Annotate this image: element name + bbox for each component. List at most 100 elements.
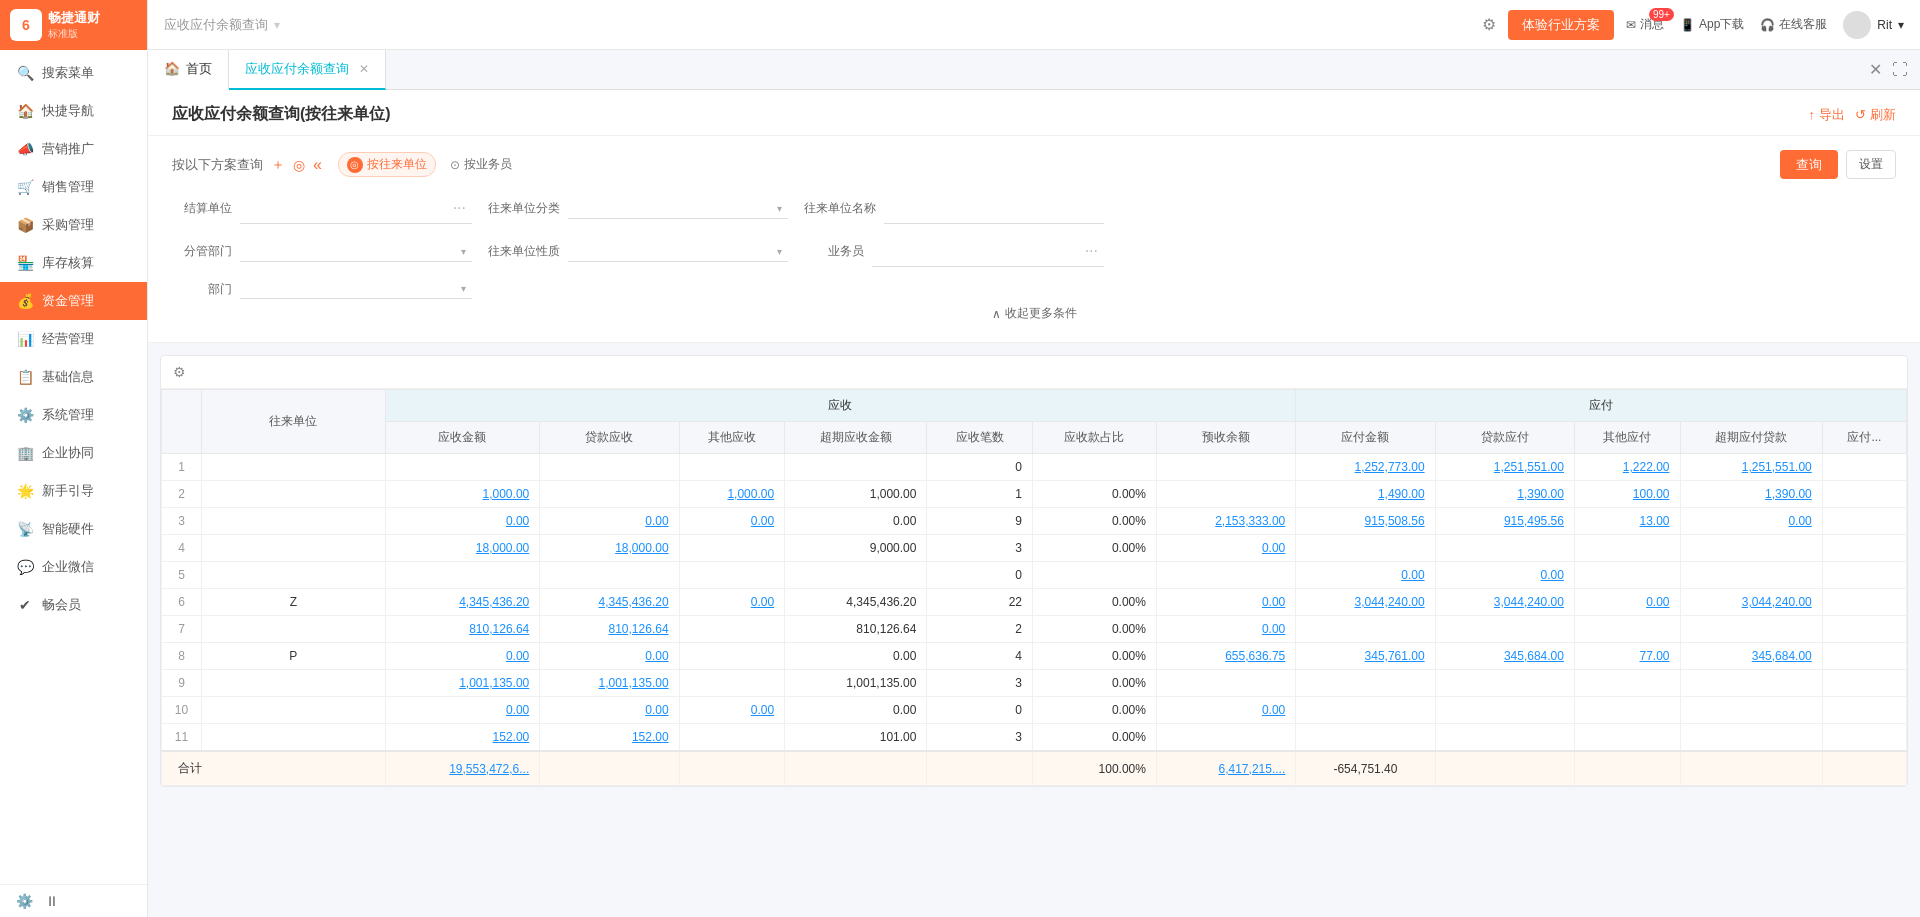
refresh-button[interactable]: ↺ 刷新 <box>1855 106 1896 124</box>
filter-scheme-by-staff[interactable]: ⊙ 按业务员 <box>442 153 520 176</box>
partner-nature-arrow-icon[interactable]: ▾ <box>777 246 782 257</box>
cell-prepaid[interactable]: 655,636.75 <box>1156 643 1295 670</box>
cell-ar-amount[interactable]: 1,000.00 <box>385 481 540 508</box>
sidebar-item-enterprise[interactable]: 🏢 企业协同 <box>0 434 147 472</box>
footer-prepaid[interactable]: 6,417,215.... <box>1156 751 1295 786</box>
refresh-icon: ↺ <box>1855 107 1866 122</box>
sidebar-item-inventory[interactable]: 🏪 库存核算 <box>0 244 147 282</box>
sidebar-item-quicknav[interactable]: 🏠 快捷导航 <box>0 92 147 130</box>
cell-other-ap[interactable]: 77.00 <box>1574 643 1680 670</box>
tab-ar-ap[interactable]: 应收应付余额查询 ✕ <box>229 50 386 90</box>
cell-loan-ar[interactable]: 4,345,436.20 <box>540 589 679 616</box>
export-button[interactable]: ↑ 导出 <box>1809 106 1846 124</box>
settings-bottom-btn[interactable]: ⚙️ <box>16 893 33 909</box>
cell-other-ar[interactable]: 1,000.00 <box>679 481 785 508</box>
cell-loan-ar[interactable]: 152.00 <box>540 724 679 752</box>
cell-prepaid[interactable]: 0.00 <box>1156 535 1295 562</box>
settlement-unit-input[interactable] <box>246 197 449 219</box>
cell-loan-ap[interactable]: 0.00 <box>1435 562 1574 589</box>
cell-loan-ap[interactable]: 1,251,551.00 <box>1435 454 1574 481</box>
user-menu[interactable]: Rit ▾ <box>1843 11 1904 39</box>
cell-loan-ar[interactable]: 810,126.64 <box>540 616 679 643</box>
tab-home[interactable]: 🏠 首页 <box>148 50 229 90</box>
dept-manager-arrow-icon[interactable]: ▾ <box>461 246 466 257</box>
cell-other-ap[interactable]: 13.00 <box>1574 508 1680 535</box>
collapse-btn[interactable]: ⏸ <box>45 893 59 909</box>
filter-scheme-settings-btn[interactable]: ◎ <box>293 157 305 173</box>
sidebar-item-basics[interactable]: 📋 基础信息 <box>0 358 147 396</box>
settlement-unit-dots-icon[interactable]: ··· <box>453 199 466 217</box>
cell-other-ar[interactable]: 0.00 <box>679 697 785 724</box>
dept-arrow-icon[interactable]: ▾ <box>461 283 466 294</box>
filter-add-button[interactable]: ＋ <box>271 156 285 174</box>
footer-ar-amount[interactable]: 19,553,472,6... <box>385 751 540 786</box>
table-settings-icon[interactable]: ⚙ <box>173 364 186 380</box>
cell-ap-amount[interactable]: 915,508.56 <box>1296 508 1435 535</box>
sidebar-item-wechat[interactable]: 💬 企业微信 <box>0 548 147 586</box>
cell-overdue-ap[interactable]: 3,044,240.00 <box>1680 589 1822 616</box>
cell-loan-ar[interactable]: 1,001,135.00 <box>540 670 679 697</box>
cta-button[interactable]: 体验行业方案 <box>1508 10 1614 40</box>
cell-overdue-ap[interactable]: 345,684.00 <box>1680 643 1822 670</box>
online-service-button[interactable]: 🎧 在线客服 <box>1760 16 1827 33</box>
cell-ar-amount[interactable]: 0.00 <box>385 508 540 535</box>
cell-ap-amount[interactable]: 3,044,240.00 <box>1296 589 1435 616</box>
cell-ap-amount[interactable]: 1,252,773.00 <box>1296 454 1435 481</box>
cell-loan-ar[interactable]: 0.00 <box>540 508 679 535</box>
sidebar-item-hardware[interactable]: 📡 智能硬件 <box>0 510 147 548</box>
cell-loan-ap[interactable]: 3,044,240.00 <box>1435 589 1574 616</box>
sidebar-item-member[interactable]: ✔ 畅会员 <box>0 586 147 624</box>
tab-fullscreen-icon[interactable]: ⛶ <box>1892 61 1908 79</box>
app-download-button[interactable]: 📱 App下载 <box>1680 16 1744 33</box>
cell-other-ar[interactable]: 0.00 <box>679 508 785 535</box>
cell-prepaid[interactable]: 0.00 <box>1156 616 1295 643</box>
cell-ar-amount[interactable]: 152.00 <box>385 724 540 752</box>
cell-loan-ap[interactable]: 915,495.56 <box>1435 508 1574 535</box>
tab-close-window-icon[interactable]: ✕ <box>1869 60 1882 79</box>
cell-overdue-ap[interactable]: 0.00 <box>1680 508 1822 535</box>
cell-ap-amount[interactable]: 345,761.00 <box>1296 643 1435 670</box>
sidebar-item-purchase[interactable]: 📦 采购管理 <box>0 206 147 244</box>
cell-loan-ap[interactable]: 345,684.00 <box>1435 643 1574 670</box>
cell-ap-amount[interactable]: 1,490.00 <box>1296 481 1435 508</box>
cell-ar-amount[interactable]: 810,126.64 <box>385 616 540 643</box>
cell-ar-amount[interactable]: 1,001,135.00 <box>385 670 540 697</box>
settings-button[interactable]: 设置 <box>1846 150 1896 179</box>
sidebar-item-operations[interactable]: 📊 经营管理 <box>0 320 147 358</box>
cell-prepaid[interactable]: 0.00 <box>1156 589 1295 616</box>
cell-ar-amount[interactable]: 4,345,436.20 <box>385 589 540 616</box>
cell-overdue-ap[interactable]: 1,251,551.00 <box>1680 454 1822 481</box>
cell-other-ap[interactable]: 1,222.00 <box>1574 454 1680 481</box>
query-button[interactable]: 查询 <box>1780 150 1838 179</box>
tab-close-icon[interactable]: ✕ <box>359 62 369 76</box>
gear-icon[interactable]: ⚙ <box>1482 15 1496 34</box>
messages-button[interactable]: ✉ 消息 99+ <box>1626 16 1664 33</box>
sidebar-item-system[interactable]: ⚙️ 系统管理 <box>0 396 147 434</box>
cell-prepaid[interactable]: 0.00 <box>1156 697 1295 724</box>
cell-other-ap[interactable]: 100.00 <box>1574 481 1680 508</box>
sidebar-item-funds[interactable]: 💰 资金管理 <box>0 282 147 320</box>
cell-loan-ar[interactable]: 0.00 <box>540 697 679 724</box>
sidebar-item-search[interactable]: 🔍 搜索菜单 <box>0 54 147 92</box>
partner-category-arrow-icon[interactable]: ▾ <box>777 203 782 214</box>
cell-prepaid[interactable]: 2,153,333.00 <box>1156 508 1295 535</box>
cell-ar-amount[interactable]: 18,000.00 <box>385 535 540 562</box>
cell-ar-amount[interactable]: 0.00 <box>385 697 540 724</box>
cell-loan-ar[interactable]: 0.00 <box>540 643 679 670</box>
filter-scheme-by-unit[interactable]: ◎ 按往来单位 <box>338 152 436 177</box>
cell-loan-ap[interactable]: 1,390.00 <box>1435 481 1574 508</box>
salesperson-dots-icon[interactable]: ··· <box>1085 242 1098 260</box>
cell-ap-amount[interactable]: 0.00 <box>1296 562 1435 589</box>
salesperson-input[interactable] <box>878 240 1081 262</box>
partner-name-input[interactable] <box>890 197 1098 219</box>
cell-loan-ar[interactable]: 18,000.00 <box>540 535 679 562</box>
sidebar-item-sales[interactable]: 🛒 销售管理 <box>0 168 147 206</box>
sidebar-item-marketing[interactable]: 📣 营销推广 <box>0 130 147 168</box>
cell-ar-amount[interactable]: 0.00 <box>385 643 540 670</box>
cell-overdue-ap[interactable]: 1,390.00 <box>1680 481 1822 508</box>
collapse-filter-button[interactable]: ∧ 收起更多条件 <box>172 299 1896 328</box>
sidebar-item-guide[interactable]: 🌟 新手引导 <box>0 472 147 510</box>
filter-collapse-icon[interactable]: « <box>313 156 322 174</box>
cell-other-ar[interactable]: 0.00 <box>679 589 785 616</box>
cell-other-ap[interactable]: 0.00 <box>1574 589 1680 616</box>
